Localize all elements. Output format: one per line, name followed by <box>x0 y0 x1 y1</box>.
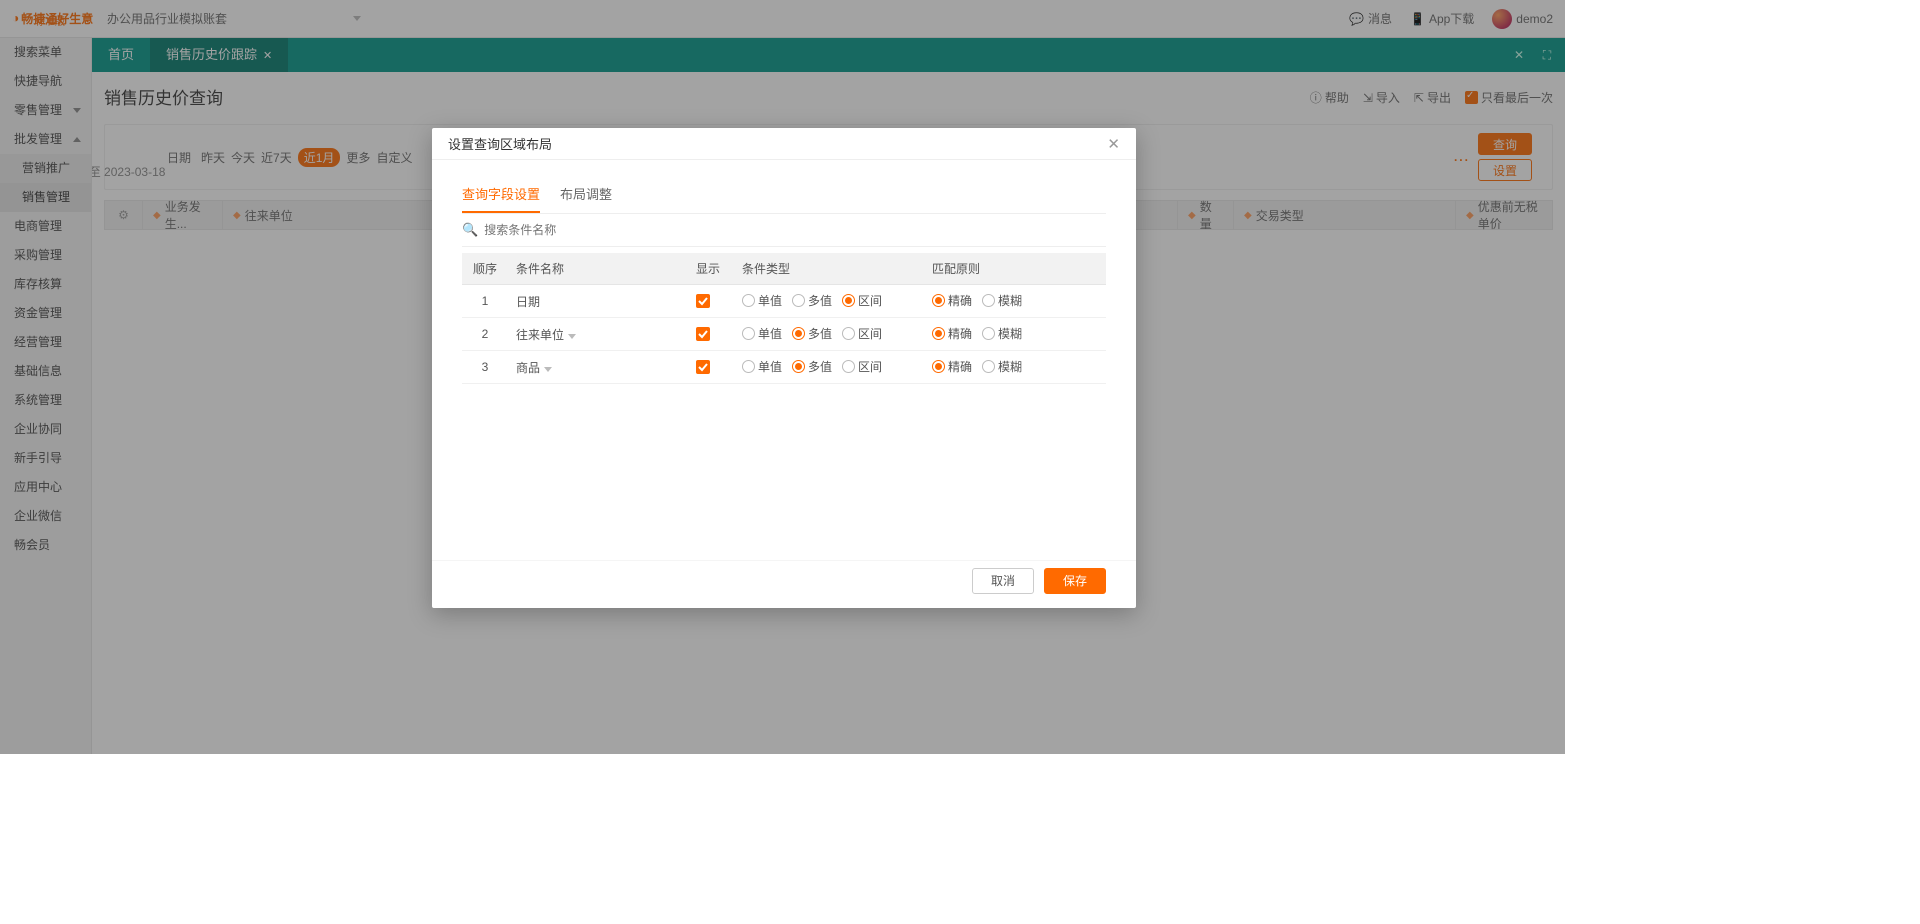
radio-label: 区间 <box>858 292 882 309</box>
radio-match[interactable]: 模糊 <box>982 358 1022 375</box>
th-match: 匹配原则 <box>924 253 1106 285</box>
settings-modal: 设置查询区域布局 ✕ 查询字段设置 布局调整 🔍 顺序 条件名称 显示 条件类型… <box>432 128 1136 608</box>
row-type-group: 单值 多值 区间 <box>734 285 924 318</box>
checkbox-icon <box>696 327 710 341</box>
radio-icon <box>842 360 855 373</box>
radio-icon <box>982 294 995 307</box>
radio-label: 单值 <box>758 325 782 342</box>
radio-label: 多值 <box>808 292 832 309</box>
radio-label: 模糊 <box>998 358 1022 375</box>
radio-type[interactable]: 单值 <box>742 325 782 342</box>
radio-icon <box>842 294 855 307</box>
th-type: 条件类型 <box>734 253 924 285</box>
radio-icon <box>742 360 755 373</box>
cancel-button[interactable]: 取消 <box>972 568 1034 594</box>
row-name[interactable]: 往来单位 <box>508 318 688 351</box>
modal-tabs: 查询字段设置 布局调整 <box>462 176 1106 214</box>
radio-label: 单值 <box>758 292 782 309</box>
radio-type[interactable]: 多值 <box>792 292 832 309</box>
radio-label: 单值 <box>758 358 782 375</box>
row-show[interactable] <box>688 318 734 351</box>
checkbox-icon <box>696 360 710 374</box>
checkbox-icon <box>696 294 710 308</box>
chevron-down-icon <box>544 367 552 372</box>
radio-icon <box>932 360 945 373</box>
radio-label: 区间 <box>858 325 882 342</box>
radio-label: 精确 <box>948 292 972 309</box>
radio-type[interactable]: 多值 <box>792 358 832 375</box>
radio-icon <box>742 294 755 307</box>
row-match-group: 精确 模糊 <box>924 285 1106 318</box>
th-name: 条件名称 <box>508 253 688 285</box>
radio-type[interactable]: 区间 <box>842 325 882 342</box>
radio-match[interactable]: 模糊 <box>982 325 1022 342</box>
radio-label: 精确 <box>948 358 972 375</box>
th-seq: 顺序 <box>462 253 508 285</box>
row-show[interactable] <box>688 285 734 318</box>
radio-icon <box>792 294 805 307</box>
condition-search: 🔍 <box>462 214 1106 247</box>
condition-row: 3商品 单值 多值 区间 精确 模糊 <box>462 351 1106 384</box>
radio-match[interactable]: 精确 <box>932 325 972 342</box>
modal-close-icon[interactable]: ✕ <box>1107 135 1120 153</box>
condition-row: 1日期 单值 多值 区间 精确 模糊 <box>462 285 1106 318</box>
search-icon: 🔍 <box>462 222 478 238</box>
radio-icon <box>982 360 995 373</box>
radio-label: 多值 <box>808 325 832 342</box>
radio-icon <box>982 327 995 340</box>
row-match-group: 精确 模糊 <box>924 318 1106 351</box>
radio-type[interactable]: 区间 <box>842 292 882 309</box>
radio-label: 模糊 <box>998 325 1022 342</box>
radio-icon <box>792 360 805 373</box>
radio-icon <box>842 327 855 340</box>
row-type-group: 单值 多值 区间 <box>734 351 924 384</box>
row-seq: 1 <box>462 285 508 318</box>
radio-match[interactable]: 精确 <box>932 292 972 309</box>
row-match-group: 精确 模糊 <box>924 351 1106 384</box>
radio-label: 区间 <box>858 358 882 375</box>
row-seq: 2 <box>462 318 508 351</box>
modal-tab-fields[interactable]: 查询字段设置 <box>462 176 540 213</box>
radio-label: 精确 <box>948 325 972 342</box>
row-name[interactable]: 商品 <box>508 351 688 384</box>
modal-body: 查询字段设置 布局调整 🔍 顺序 条件名称 显示 条件类型 匹配原则 1日期单值… <box>432 160 1136 560</box>
condition-row: 2往来单位 单值 多值 区间 精确 模糊 <box>462 318 1106 351</box>
row-name: 日期 <box>508 285 688 318</box>
radio-icon <box>932 327 945 340</box>
conditions-table: 顺序 条件名称 显示 条件类型 匹配原则 1日期单值多值区间精确模糊2往来单位单… <box>462 253 1106 384</box>
search-input[interactable] <box>484 223 684 237</box>
modal-header: 设置查询区域布局 ✕ <box>432 128 1136 160</box>
chevron-down-icon <box>568 334 576 339</box>
save-button[interactable]: 保存 <box>1044 568 1106 594</box>
radio-match[interactable]: 模糊 <box>982 292 1022 309</box>
modal-tab-layout[interactable]: 布局调整 <box>560 176 612 213</box>
radio-match[interactable]: 精确 <box>932 358 972 375</box>
radio-type[interactable]: 单值 <box>742 358 782 375</box>
row-seq: 3 <box>462 351 508 384</box>
radio-icon <box>932 294 945 307</box>
radio-type[interactable]: 多值 <box>792 325 832 342</box>
row-show[interactable] <box>688 351 734 384</box>
radio-type[interactable]: 区间 <box>842 358 882 375</box>
radio-label: 模糊 <box>998 292 1022 309</box>
radio-type[interactable]: 单值 <box>742 292 782 309</box>
radio-icon <box>742 327 755 340</box>
modal-footer: 取消 保存 <box>432 560 1136 608</box>
row-type-group: 单值 多值 区间 <box>734 318 924 351</box>
modal-title: 设置查询区域布局 <box>448 134 552 153</box>
radio-icon <box>792 327 805 340</box>
radio-label: 多值 <box>808 358 832 375</box>
th-show: 显示 <box>688 253 734 285</box>
